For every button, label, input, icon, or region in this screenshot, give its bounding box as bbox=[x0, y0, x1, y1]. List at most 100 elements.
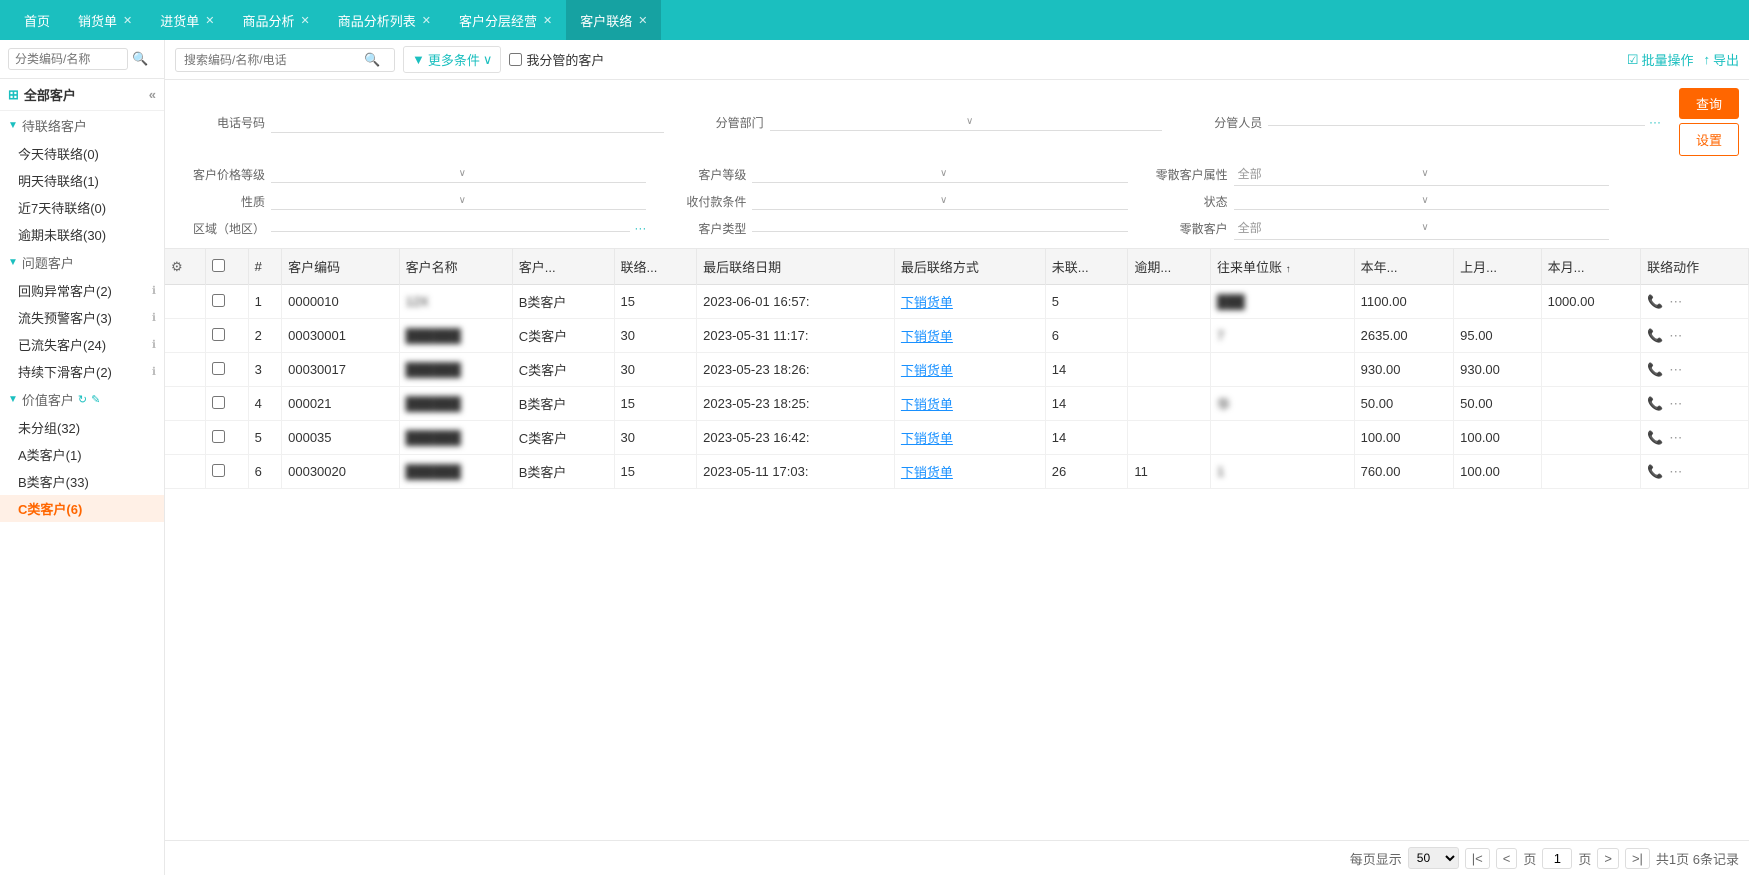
my-customers-checkbox[interactable] bbox=[509, 53, 522, 66]
select-all-checkbox[interactable] bbox=[212, 259, 225, 272]
row-checkbox[interactable] bbox=[212, 464, 225, 477]
search-icon[interactable]: 🔍 bbox=[364, 52, 380, 68]
phone-action-icon[interactable]: 📞 bbox=[1647, 294, 1663, 310]
close-icon[interactable]: ✕ bbox=[422, 14, 431, 27]
method-link[interactable]: 下销货单 bbox=[901, 363, 953, 378]
more-action-icon[interactable]: ⋯ bbox=[1669, 328, 1682, 344]
more-icon[interactable]: ··· bbox=[634, 221, 646, 235]
payment-select[interactable]: ∨ bbox=[752, 192, 1127, 210]
method-link[interactable]: 下销货单 bbox=[901, 295, 953, 310]
collapse-icon[interactable]: « bbox=[149, 87, 156, 102]
next-page-button[interactable]: > bbox=[1597, 848, 1619, 869]
sidebar-group-problem[interactable]: ▼ 问题客户 bbox=[0, 248, 164, 277]
customer-level-select[interactable]: ∨ bbox=[752, 165, 1127, 183]
close-icon[interactable]: ✕ bbox=[205, 14, 214, 27]
nav-customer-contact[interactable]: 客户联络 ✕ bbox=[566, 0, 661, 40]
nav-home[interactable]: 首页 bbox=[10, 0, 64, 40]
nav-customer-tiering[interactable]: 客户分层经营 ✕ bbox=[445, 0, 566, 40]
region-select[interactable] bbox=[271, 225, 630, 232]
sidebar-item-churn-warning[interactable]: 流失预警客户(3) ℹ bbox=[0, 304, 164, 331]
sidebar-item-churned[interactable]: 已流失客户(24) ℹ bbox=[0, 331, 164, 358]
more-icon[interactable]: ··· bbox=[1649, 115, 1661, 129]
phone-action-icon[interactable]: 📞 bbox=[1647, 430, 1663, 446]
prev-page-button[interactable]: < bbox=[1496, 848, 1518, 869]
more-action-icon[interactable]: ⋯ bbox=[1669, 430, 1682, 446]
sidebar-item-7days[interactable]: 近7天待联络(0) bbox=[0, 194, 164, 221]
status-select[interactable]: ∨ bbox=[1234, 192, 1609, 210]
this-month-header[interactable]: 本月... bbox=[1541, 249, 1640, 285]
nav-product-analysis-list[interactable]: 商品分析列表 ✕ bbox=[324, 0, 445, 40]
retail-customer-select[interactable]: 全部 ∨ bbox=[1234, 216, 1609, 240]
sidebar-item-class-b[interactable]: B类客户(33) bbox=[0, 468, 164, 495]
close-icon[interactable]: ✕ bbox=[638, 14, 647, 27]
overdue-header[interactable]: 逾期... bbox=[1128, 249, 1211, 285]
phone-input[interactable] bbox=[271, 112, 664, 133]
my-customers-checkbox-label[interactable]: 我分管的客户 bbox=[509, 50, 604, 69]
set-button[interactable]: 设置 bbox=[1679, 123, 1739, 156]
sidebar-item-class-a[interactable]: A类客户(1) bbox=[0, 441, 164, 468]
sidebar-search-input[interactable] bbox=[8, 48, 128, 70]
contact-header[interactable]: 联络... bbox=[614, 249, 697, 285]
more-action-icon[interactable]: ⋯ bbox=[1669, 362, 1682, 378]
batch-ops-button[interactable]: ☑ 批量操作 bbox=[1627, 50, 1694, 69]
type-header[interactable]: 客户... bbox=[512, 249, 614, 285]
phone-action-icon[interactable]: 📞 bbox=[1647, 362, 1663, 378]
row-checkbox[interactable] bbox=[212, 294, 225, 307]
edit-icon[interactable]: ✎ bbox=[91, 393, 100, 406]
year-header[interactable]: 本年... bbox=[1354, 249, 1453, 285]
search-icon[interactable]: 🔍 bbox=[132, 51, 148, 67]
close-icon[interactable]: ✕ bbox=[301, 14, 310, 27]
settings-column-header[interactable]: ⚙ bbox=[165, 249, 205, 285]
more-filter-button[interactable]: ▼ 更多条件 ∨ bbox=[403, 46, 501, 73]
sidebar-item-today[interactable]: 今天待联络(0) bbox=[0, 140, 164, 167]
last-date-header[interactable]: 最后联络日期 bbox=[697, 249, 895, 285]
nav-purchase-order[interactable]: 进货单 ✕ bbox=[146, 0, 228, 40]
sidebar-item-declining[interactable]: 持续下滑客户(2) ℹ bbox=[0, 358, 164, 385]
method-link[interactable]: 下销货单 bbox=[901, 329, 953, 344]
more-action-icon[interactable]: ⋯ bbox=[1669, 464, 1682, 480]
row-checkbox[interactable] bbox=[212, 328, 225, 341]
method-link[interactable]: 下销货单 bbox=[901, 397, 953, 412]
sidebar-item-repurchase-anomaly[interactable]: 回购异常客户(2) ℹ bbox=[0, 277, 164, 304]
uncontacted-header[interactable]: 未联... bbox=[1045, 249, 1128, 285]
more-action-icon[interactable]: ⋯ bbox=[1669, 396, 1682, 412]
refresh-icon[interactable]: ↻ bbox=[78, 393, 87, 406]
first-page-button[interactable]: |< bbox=[1465, 848, 1490, 869]
sidebar-group-value[interactable]: ▼ 价值客户 ↻ ✎ bbox=[0, 385, 164, 414]
code-header[interactable]: 客户编码 bbox=[282, 249, 399, 285]
settings-icon[interactable]: ⚙ bbox=[171, 259, 183, 274]
sidebar-group-pending[interactable]: ▼ 待联络客户 bbox=[0, 111, 164, 140]
phone-action-icon[interactable]: 📞 bbox=[1647, 396, 1663, 412]
more-action-icon[interactable]: ⋯ bbox=[1669, 294, 1682, 310]
retail-attr-select[interactable]: 全部 ∨ bbox=[1234, 162, 1609, 186]
row-checkbox[interactable] bbox=[212, 362, 225, 375]
page-number-input[interactable] bbox=[1542, 848, 1572, 869]
manager-select[interactable] bbox=[1268, 119, 1645, 126]
row-checkbox[interactable] bbox=[212, 396, 225, 409]
nav-sales-order[interactable]: 销货单 ✕ bbox=[64, 0, 146, 40]
query-button[interactable]: 查询 bbox=[1679, 88, 1739, 119]
phone-action-icon[interactable]: 📞 bbox=[1647, 328, 1663, 344]
method-link[interactable]: 下销货单 bbox=[901, 431, 953, 446]
row-checkbox[interactable] bbox=[212, 430, 225, 443]
price-level-select[interactable]: ∨ bbox=[271, 165, 646, 183]
per-page-select[interactable]: 50 100 bbox=[1408, 847, 1459, 869]
sidebar-item-class-c[interactable]: C类客户(6) bbox=[0, 495, 164, 522]
sidebar-item-tomorrow[interactable]: 明天待联络(1) bbox=[0, 167, 164, 194]
last-month-header[interactable]: 上月... bbox=[1454, 249, 1541, 285]
phone-action-icon[interactable]: 📞 bbox=[1647, 464, 1663, 480]
last-page-button[interactable]: >| bbox=[1625, 848, 1650, 869]
search-input[interactable] bbox=[184, 53, 364, 67]
sidebar-item-ungrouped[interactable]: 未分组(32) bbox=[0, 414, 164, 441]
export-button[interactable]: ↑ 导出 bbox=[1703, 50, 1739, 69]
sidebar-item-overdue-contact[interactable]: 逾期未联络(30) bbox=[0, 221, 164, 248]
last-method-header[interactable]: 最后联络方式 bbox=[894, 249, 1045, 285]
sidebar-all-customers[interactable]: ⊞ 全部客户 « bbox=[0, 79, 164, 111]
nature-select[interactable]: ∨ bbox=[271, 192, 646, 210]
close-icon[interactable]: ✕ bbox=[543, 14, 552, 27]
close-icon[interactable]: ✕ bbox=[123, 14, 132, 27]
customer-type-select[interactable] bbox=[752, 225, 1127, 232]
name-header[interactable]: 客户名称 bbox=[399, 249, 512, 285]
dept-select[interactable]: ∨ bbox=[770, 113, 1163, 131]
history-header[interactable]: 往来单位账 ↑ bbox=[1211, 249, 1355, 285]
